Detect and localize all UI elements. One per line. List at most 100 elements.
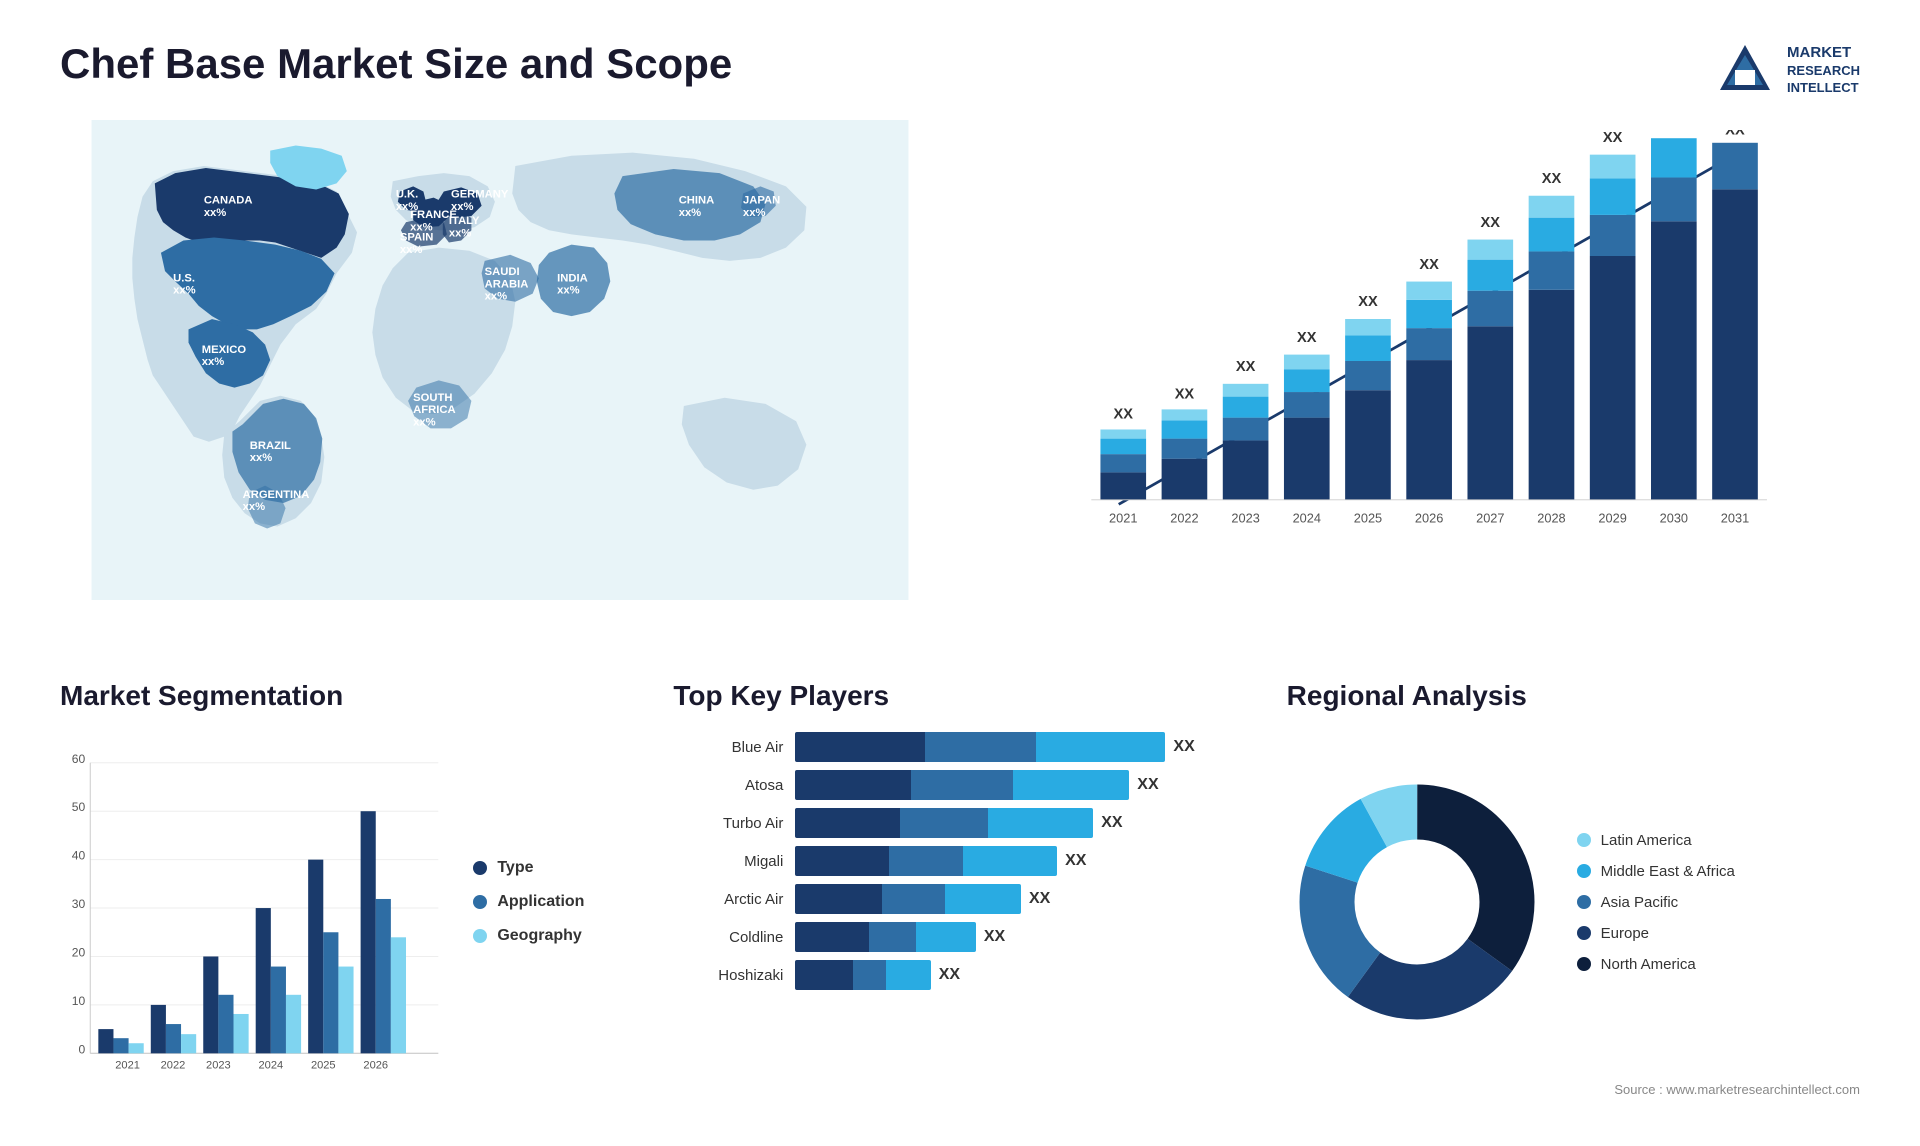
svg-text:XX: XX <box>1664 130 1684 134</box>
svg-text:2022: 2022 <box>1170 511 1198 526</box>
svg-text:2023: 2023 <box>206 1059 231 1071</box>
player-row-turbo-air: Turbo Air XX <box>673 808 1246 838</box>
bar-2022: XX 2022 <box>1162 386 1208 525</box>
segmentation-section: Market Segmentation 0 10 20 30 40 50 60 <box>60 680 633 1100</box>
dot-middle-east-africa <box>1577 864 1591 878</box>
italy-label: ITALY <box>449 215 480 227</box>
svg-text:2025: 2025 <box>311 1059 336 1071</box>
legend-asia-pacific: Asia Pacific <box>1577 894 1735 911</box>
germany-label: GERMANY <box>451 189 509 201</box>
map-section: CANADA xx% U.S. xx% MEXICO xx% BRAZIL xx… <box>60 120 940 640</box>
svg-text:2026: 2026 <box>1415 511 1443 526</box>
player-bar-container-blue-air: XX <box>795 732 1246 762</box>
logo-container: MARKET RESEARCH INTELLECT <box>1715 40 1860 100</box>
south-africa-label: SOUTH <box>413 392 452 404</box>
legend-geography: Geography <box>473 927 633 945</box>
logo-icon <box>1715 40 1775 100</box>
player-row-coldline: Coldline XX <box>673 922 1246 952</box>
south-africa-label2: AFRICA <box>413 404 455 416</box>
china-value: xx% <box>679 207 701 219</box>
regional-title: Regional Analysis <box>1287 680 1860 712</box>
page-title: Chef Base Market Size and Scope <box>60 40 732 88</box>
legend-north-america: North America <box>1577 956 1735 973</box>
player-bar-container-arctic-air: XX <box>795 884 1246 914</box>
svg-text:XX: XX <box>1419 257 1439 273</box>
svg-text:XX: XX <box>1725 130 1745 139</box>
mexico-value: xx% <box>202 356 224 368</box>
svg-text:XX: XX <box>1175 386 1195 402</box>
seg-chart-svg: 0 10 20 30 40 50 60 <box>60 732 443 1072</box>
donut-legend: Latin America Middle East & Africa Asia … <box>1577 832 1735 973</box>
player-name-blue-air: Blue Air <box>673 739 783 756</box>
svg-text:2024: 2024 <box>1293 511 1321 526</box>
dot-latin-america <box>1577 833 1591 847</box>
player-row-hoshizaki: Hoshizaki XX <box>673 960 1246 990</box>
svg-text:60: 60 <box>72 752 86 766</box>
uk-label: U.K. <box>396 189 418 201</box>
south-africa-value: xx% <box>413 416 435 428</box>
svg-text:50: 50 <box>72 800 86 814</box>
bar-2027: XX 2027 <box>1467 215 1513 526</box>
india-value: xx% <box>557 285 579 297</box>
dot-europe <box>1577 926 1591 940</box>
growth-chart-svg: XX 2021 XX 2022 <box>980 130 1860 550</box>
us-value: xx% <box>173 285 195 297</box>
bar-2024: XX 2024 <box>1284 330 1330 526</box>
svg-text:20: 20 <box>72 945 86 959</box>
segmentation-title: Market Segmentation <box>60 680 633 712</box>
legend-middle-east-africa: Middle East & Africa <box>1577 863 1735 880</box>
svg-text:0: 0 <box>78 1042 85 1056</box>
svg-text:2031: 2031 <box>1721 511 1749 526</box>
player-name-atosa: Atosa <box>673 777 783 794</box>
player-row-arctic-air: Arctic Air XX <box>673 884 1246 914</box>
bar-2025: XX 2025 <box>1345 294 1391 525</box>
header-row: Chef Base Market Size and Scope MARKET R… <box>60 40 1860 100</box>
legend-application: Application <box>473 893 633 911</box>
player-name-arctic-air: Arctic Air <box>673 891 783 908</box>
donut-hole <box>1357 842 1477 962</box>
svg-text:2026: 2026 <box>363 1059 388 1071</box>
player-bar-migali <box>795 846 1057 876</box>
svg-text:30: 30 <box>72 897 86 911</box>
brazil-label: BRAZIL <box>250 440 291 452</box>
top-section: CANADA xx% U.S. xx% MEXICO xx% BRAZIL xx… <box>60 120 1860 640</box>
legend-europe: Europe <box>1577 925 1735 942</box>
seg-bar-chart: 0 10 20 30 40 50 60 <box>60 732 443 1072</box>
player-bar-container-turbo-air: XX <box>795 808 1246 838</box>
world-map-container: CANADA xx% U.S. xx% MEXICO xx% BRAZIL xx… <box>60 120 940 600</box>
svg-text:40: 40 <box>72 849 86 863</box>
mexico-label: MEXICO <box>202 344 247 356</box>
svg-text:XX: XX <box>1236 359 1256 375</box>
india-label: INDIA <box>557 272 588 284</box>
player-bar-turbo-air <box>795 808 1093 838</box>
bar-2031: XX 2031 <box>1712 130 1758 526</box>
bar-2030: XX 2030 <box>1651 130 1697 526</box>
saudi-label2: ARABIA <box>485 278 529 290</box>
italy-value: xx% <box>449 227 471 239</box>
key-players-title: Top Key Players <box>673 680 1246 712</box>
growth-chart-section: XX 2021 XX 2022 <box>980 120 1860 640</box>
player-name-hoshizaki: Hoshizaki <box>673 967 783 984</box>
japan-label: JAPAN <box>743 195 780 207</box>
donut-container: Latin America Middle East & Africa Asia … <box>1287 732 1860 1072</box>
player-bar-blue-air <box>795 732 1165 762</box>
legend-dot-application <box>473 895 487 909</box>
svg-text:XX: XX <box>1358 294 1378 310</box>
saudi-value: xx% <box>485 291 507 303</box>
svg-text:XX: XX <box>1603 130 1623 146</box>
seg-chart-container: 0 10 20 30 40 50 60 <box>60 732 633 1072</box>
player-name-coldline: Coldline <box>673 929 783 946</box>
key-players-section: Top Key Players Blue Air XX <box>673 680 1246 1100</box>
player-row-blue-air: Blue Air XX <box>673 732 1246 762</box>
bar-2029: XX 2029 <box>1590 130 1636 526</box>
donut-chart <box>1287 772 1547 1032</box>
svg-text:2022: 2022 <box>161 1059 186 1071</box>
svg-text:2028: 2028 <box>1537 511 1565 526</box>
svg-text:2029: 2029 <box>1598 511 1626 526</box>
regional-section: Regional Analysis <box>1287 680 1860 1100</box>
bar-2023: XX 2023 <box>1223 359 1269 526</box>
svg-text:XX: XX <box>1297 330 1317 346</box>
svg-text:2024: 2024 <box>259 1059 284 1071</box>
player-bar-container-atosa: XX <box>795 770 1246 800</box>
dot-north-america <box>1577 957 1591 971</box>
